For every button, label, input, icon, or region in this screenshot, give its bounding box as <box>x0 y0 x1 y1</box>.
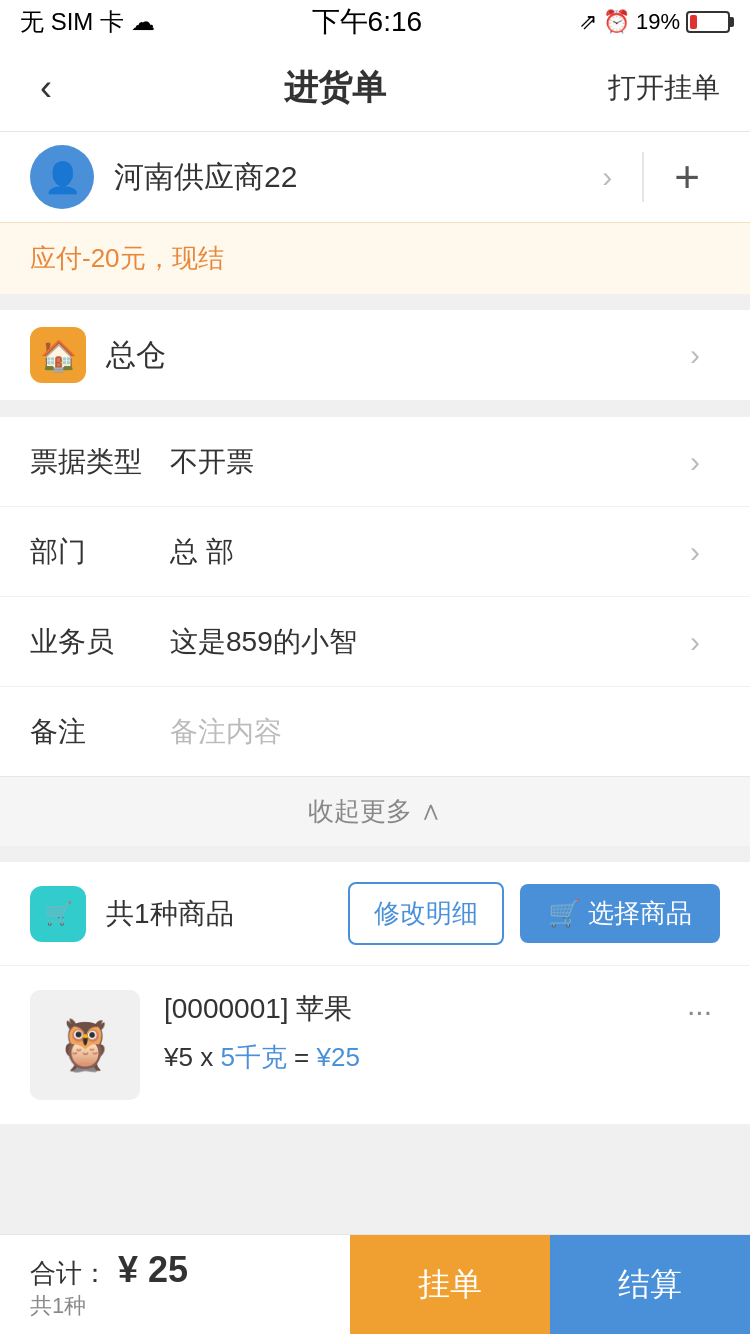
footer-total-row: 合计： ¥ 25 <box>30 1249 320 1291</box>
salesman-label: 业务员 <box>30 623 160 661</box>
home-icon: 🏠 <box>40 338 77 373</box>
chevron-right-icon: › <box>690 445 700 479</box>
chevron-right-icon: › <box>690 535 700 569</box>
user-icon: 👤 <box>44 160 81 195</box>
status-bar: 无 SIM 卡 ☁ 下午6:16 ⇗ ⏰ 19% <box>0 0 750 44</box>
remark-value: 备注内容 <box>160 713 720 751</box>
product-header: 🛒 共1种商品 修改明细 🛒 选择商品 <box>0 862 750 965</box>
warehouse-name: 总仓 <box>106 335 690 376</box>
invoice-row[interactable]: 票据类型 不开票 › <box>0 416 750 506</box>
footer-count: 共1种 <box>30 1291 320 1321</box>
status-left: 无 SIM 卡 ☁ <box>20 6 155 38</box>
owl-icon: 🦉 <box>54 1016 116 1074</box>
chevron-right-icon: › <box>602 160 612 194</box>
edit-detail-button[interactable]: 修改明细 <box>348 882 504 945</box>
form-section: 票据类型 不开票 › 部门 总 部 › 业务员 这是859的小智 › 备注 备注… <box>0 416 750 846</box>
supplier-divider <box>642 152 644 202</box>
department-value: 总 部 <box>160 533 690 571</box>
page-title: 进货单 <box>284 65 386 111</box>
shopping-icon: 🛒 <box>45 901 72 927</box>
battery-icon <box>686 11 730 33</box>
supplier-section: 👤 河南供应商22 › + 应付-20元，现结 <box>0 132 750 294</box>
product-price: ¥5 x 5千克 = ¥25 <box>164 1040 679 1075</box>
product-count: 共1种商品 <box>106 895 348 933</box>
warehouse-section: 🏠 总仓 › <box>0 310 750 400</box>
remark-row[interactable]: 备注 备注内容 <box>0 686 750 776</box>
select-product-label: 选择商品 <box>588 896 692 931</box>
add-supplier-button[interactable]: + <box>654 152 720 202</box>
product-name: [0000001] 苹果 <box>164 990 679 1028</box>
equals-sign: = <box>294 1042 316 1072</box>
status-right: ⇗ ⏰ 19% <box>579 9 730 35</box>
sim-label: 无 SIM 卡 ☁ <box>20 6 155 38</box>
open-hang-button[interactable]: 打开挂单 <box>608 69 720 107</box>
hang-button[interactable]: 挂单 <box>350 1235 550 1334</box>
collapse-button[interactable]: 收起更多 ∧ <box>0 776 750 846</box>
battery-label: 19% <box>636 9 680 35</box>
remark-label: 备注 <box>30 713 160 751</box>
alarm-icon: ⏰ <box>603 9 630 35</box>
product-info: [0000001] 苹果 ¥5 x 5千克 = ¥25 <box>164 990 679 1075</box>
supplier-row[interactable]: 👤 河南供应商22 › + <box>0 132 750 222</box>
chevron-right-icon: › <box>690 338 700 372</box>
product-thumbnail: 🦉 <box>30 990 140 1100</box>
price-unit: ¥5 <box>164 1042 193 1072</box>
more-button[interactable]: ··· <box>679 990 720 1032</box>
multiply-sign: x <box>200 1042 220 1072</box>
notice-banner: 应付-20元，现结 <box>0 222 750 294</box>
warehouse-icon: 🏠 <box>30 327 86 383</box>
total-label: 合计： <box>30 1256 108 1291</box>
product-qty: 5千克 <box>220 1042 286 1072</box>
footer: 合计： ¥ 25 共1种 挂单 结算 <box>0 1234 750 1334</box>
chevron-right-icon: › <box>690 625 700 659</box>
checkout-button[interactable]: 结算 <box>550 1235 750 1334</box>
nav-bar: ‹ 进货单 打开挂单 <box>0 44 750 132</box>
invoice-value: 不开票 <box>160 443 690 481</box>
salesman-value: 这是859的小智 <box>160 623 690 661</box>
status-time: 下午6:16 <box>312 3 423 41</box>
location-icon: ⇗ <box>579 9 597 35</box>
product-item: 🦉 [0000001] 苹果 ¥5 x 5千克 = ¥25 ··· <box>0 965 750 1124</box>
department-row[interactable]: 部门 总 部 › <box>0 506 750 596</box>
product-section: 🛒 共1种商品 修改明细 🛒 选择商品 🦉 [0000001] 苹果 ¥5 x … <box>0 862 750 1124</box>
supplier-avatar: 👤 <box>30 145 94 209</box>
salesman-row[interactable]: 业务员 这是859的小智 › <box>0 596 750 686</box>
department-label: 部门 <box>30 533 160 571</box>
invoice-label: 票据类型 <box>30 443 160 481</box>
total-amount: ¥ 25 <box>118 1249 188 1291</box>
warehouse-row[interactable]: 🏠 总仓 › <box>0 310 750 400</box>
product-total: ¥25 <box>317 1042 360 1072</box>
supplier-name: 河南供应商22 <box>114 157 602 198</box>
select-product-button[interactable]: 🛒 选择商品 <box>520 884 720 943</box>
footer-total: 合计： ¥ 25 共1种 <box>0 1235 350 1334</box>
select-icon: 🛒 <box>548 898 580 929</box>
back-button[interactable]: ‹ <box>30 57 62 119</box>
product-icon: 🛒 <box>30 886 86 942</box>
